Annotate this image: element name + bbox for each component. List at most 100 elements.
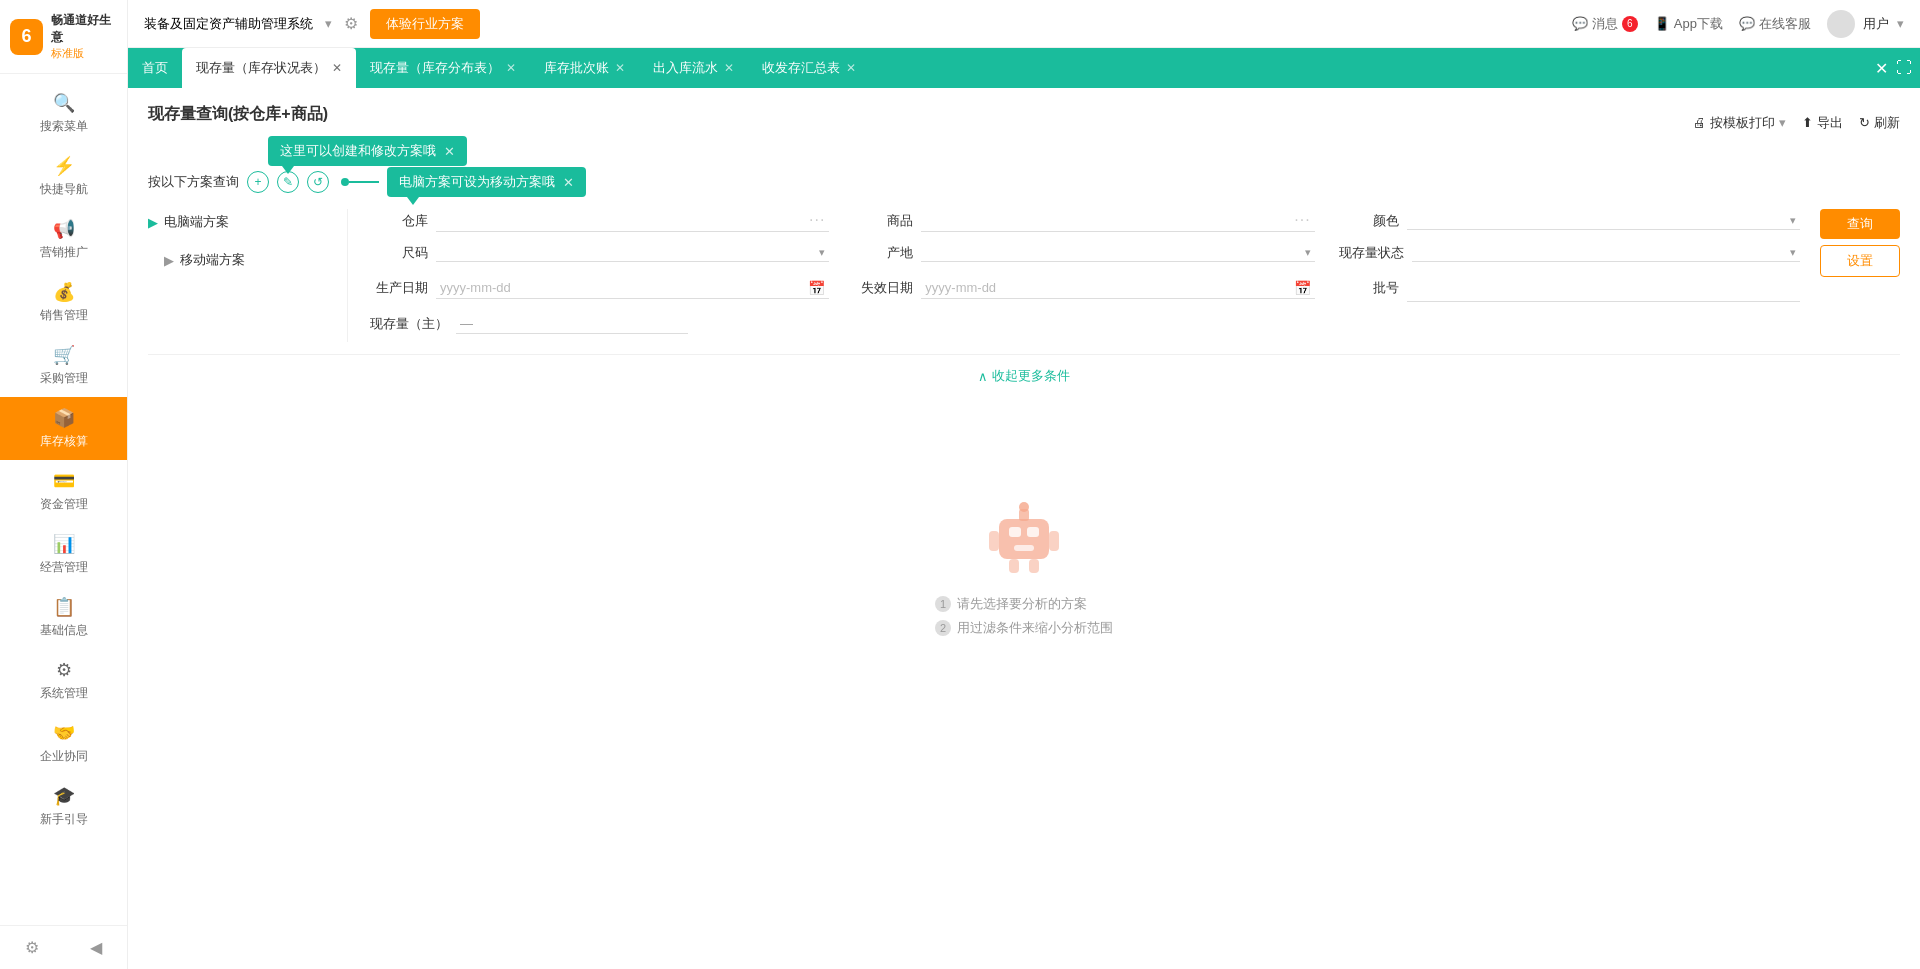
tab-receive-send[interactable]: 收发存汇总表 ✕ — [748, 48, 870, 88]
sidebar-item-operation[interactable]: 📊经营管理 — [0, 523, 127, 586]
mobile-scheme-item[interactable]: ▶ 移动端方案 — [148, 247, 331, 273]
tip-num-2: 2 — [935, 620, 951, 636]
refresh-scheme-btn[interactable]: ↺ — [307, 171, 329, 193]
sidebar-item-newuser[interactable]: 🎓新手引导 — [0, 775, 127, 838]
tip-num-1: 1 — [935, 596, 951, 612]
pc-scheme-item[interactable]: ▶ 电脑端方案 — [148, 209, 331, 235]
avatar — [1827, 10, 1855, 38]
tab-close-receive-send[interactable]: ✕ — [846, 61, 856, 75]
tab-inventory-dist[interactable]: 现存量（库存分布表）✕ — [356, 48, 530, 88]
size-filter-row: 尺码 ▾ — [368, 244, 829, 262]
edit-tooltip-close-btn[interactable]: ✕ — [444, 144, 455, 159]
sidebar-item-inventory[interactable]: 📦库存核算 — [0, 397, 127, 460]
guide-nav-label: 快捷导航 — [40, 181, 88, 198]
tab-close-in-out-flow[interactable]: ✕ — [724, 61, 734, 75]
user-area[interactable]: 用户 ▾ — [1827, 10, 1904, 38]
warehouse-dots[interactable]: ··· — [809, 211, 825, 229]
logo-text: 畅通道好生意 标准版 — [51, 12, 117, 61]
sidebar-item-basic[interactable]: 📋基础信息 — [0, 586, 127, 649]
logo-icon: 6 — [10, 19, 43, 55]
empty-tips: 1 请先选择要分析的方案 2 用过滤条件来缩小分析范围 — [935, 595, 1113, 637]
user-label: 用户 — [1863, 15, 1889, 33]
operation-nav-label: 经营管理 — [40, 559, 88, 576]
collapse-icon: ∧ — [978, 369, 988, 384]
sidebar-item-finance[interactable]: 💳资金管理 — [0, 460, 127, 523]
filter-section: 按以下方案查询 + ✎ 这里可以创建和修改方案哦 ✕ ↺ — [148, 155, 1900, 409]
tab-label-in-out-flow: 出入库流水 — [653, 59, 718, 77]
tab-home[interactable]: 首页 — [128, 48, 182, 88]
tab-close-inventory-dist[interactable]: ✕ — [506, 61, 516, 75]
expire-date-filter-row: 失效日期 yyyy-mm-dd 📅 — [853, 274, 1314, 302]
mobile-scheme-arrow: ▶ — [164, 253, 174, 268]
sidebar-item-guide[interactable]: ⚡ 快捷导航 — [0, 145, 127, 208]
query-btn[interactable]: 查询 — [1820, 209, 1900, 239]
message-btn[interactable]: 💬 消息 6 — [1572, 15, 1638, 33]
expire-date-calendar-icon[interactable]: 📅 — [1294, 280, 1311, 296]
scheme-tooltip-close-btn[interactable]: ✕ — [563, 175, 574, 190]
sidebar-item-search[interactable]: 🔍搜索菜单 — [0, 82, 127, 145]
service-btn[interactable]: 💬 在线客服 — [1739, 15, 1811, 33]
sidebar-item-purchase[interactable]: 🛒采购管理 — [0, 334, 127, 397]
sales-nav-label: 销售管理 — [40, 307, 88, 324]
sidebar-item-sales[interactable]: 💰销售管理 — [0, 271, 127, 334]
stock-main-filter-row: 现存量（主） — — [368, 314, 688, 334]
filter-main-panel: 仓库 ··· 商品 ··· — [348, 209, 1800, 342]
settings-icon[interactable]: ⚙ — [344, 14, 358, 33]
expire-date-label: 失效日期 — [853, 279, 913, 297]
produce-date-calendar-icon[interactable]: 📅 — [808, 280, 825, 296]
svg-rect-0 — [999, 519, 1049, 559]
refresh-icon: ↻ — [1859, 115, 1870, 130]
app-icon: 📱 — [1654, 16, 1670, 31]
system-name-caret[interactable]: ▾ — [325, 16, 332, 31]
sidebar: 6 畅通道好生意 标准版 🔍搜索菜单 ⚡ 快捷导航 📢营销推广💰销售管理🛒采购管理📦库… — [0, 0, 128, 969]
marketing-nav-label: 营销推广 — [40, 244, 88, 261]
print-caret: ▾ — [1779, 115, 1786, 130]
reset-btn[interactable]: 设置 — [1820, 245, 1900, 277]
batch-input[interactable] — [1411, 276, 1796, 299]
user-caret: ▾ — [1897, 16, 1904, 31]
edit-scheme-btn[interactable]: ✎ 这里可以创建和修改方案哦 ✕ — [277, 171, 299, 193]
settings-icon[interactable]: ⚙ — [25, 938, 39, 957]
tab-inventory-status[interactable]: 现存量（库存状况表）✕ — [182, 48, 356, 88]
color-filter-row: 颜色 ▾ — [1339, 209, 1800, 232]
tab-batch-ledger[interactable]: 库存批次账✕ — [530, 48, 639, 88]
tab-close-batch-ledger[interactable]: ✕ — [615, 61, 625, 75]
collapse-btn[interactable]: ∧ 收起更多条件 — [978, 367, 1070, 385]
stock-status-caret[interactable]: ▾ — [1790, 246, 1796, 259]
goods-filter-row: 商品 ··· — [853, 209, 1314, 232]
system-nav-label: 系统管理 — [40, 685, 88, 702]
expire-date-input[interactable]: yyyy-mm-dd — [925, 280, 996, 295]
app-download-btn[interactable]: 📱 App下载 — [1654, 15, 1723, 33]
sidebar-item-enterprise[interactable]: 🤝企业协同 — [0, 712, 127, 775]
app-label: App下载 — [1674, 15, 1723, 33]
sidebar-nav: 🔍搜索菜单 ⚡ 快捷导航 📢营销推广💰销售管理🛒采购管理📦库存核算💳资金管理📊经营管理… — [0, 74, 127, 925]
goods-dots[interactable]: ··· — [1294, 211, 1310, 229]
guide-nav-icon: ⚡ — [53, 155, 75, 177]
filter-body: ▶ 电脑端方案 ▶ 移动端方案 仓库 — [148, 209, 1900, 342]
template-print-btn[interactable]: 🖨 按模板打印 ▾ — [1693, 114, 1786, 132]
tab-label-home: 首页 — [142, 59, 168, 77]
trial-btn[interactable]: 体验行业方案 — [370, 9, 480, 39]
refresh-btn[interactable]: ↻ 刷新 — [1859, 114, 1900, 132]
add-scheme-btn[interactable]: + — [247, 171, 269, 193]
export-btn[interactable]: ⬆ 导出 — [1802, 114, 1843, 132]
color-caret[interactable]: ▾ — [1790, 214, 1796, 227]
tab-close-inventory-status[interactable]: ✕ — [332, 61, 342, 75]
close-all-tabs-icon[interactable]: ✕ — [1875, 59, 1888, 78]
collapse-sidebar-icon[interactable]: ◀ — [90, 938, 102, 957]
message-label: 消息 — [1592, 15, 1618, 33]
tab-label-receive-send: 收发存汇总表 — [762, 59, 840, 77]
size-caret[interactable]: ▾ — [819, 246, 825, 259]
fullscreen-icon[interactable]: ⛶ — [1896, 59, 1912, 77]
color-label: 颜色 — [1339, 212, 1399, 230]
sidebar-item-marketing[interactable]: 📢营销推广 — [0, 208, 127, 271]
stock-status-label: 现存量状态 — [1339, 244, 1404, 262]
origin-caret[interactable]: ▾ — [1305, 246, 1311, 259]
stock-status-filter-row: 现存量状态 ▾ — [1339, 244, 1800, 262]
svg-rect-1 — [1009, 527, 1021, 537]
scheme-tooltip-arrow — [407, 197, 419, 205]
tab-in-out-flow[interactable]: 出入库流水 ✕ — [639, 48, 748, 88]
sidebar-item-system[interactable]: ⚙系统管理 — [0, 649, 127, 712]
produce-date-input[interactable]: yyyy-mm-dd — [440, 280, 511, 295]
newuser-nav-icon: 🎓 — [53, 785, 75, 807]
